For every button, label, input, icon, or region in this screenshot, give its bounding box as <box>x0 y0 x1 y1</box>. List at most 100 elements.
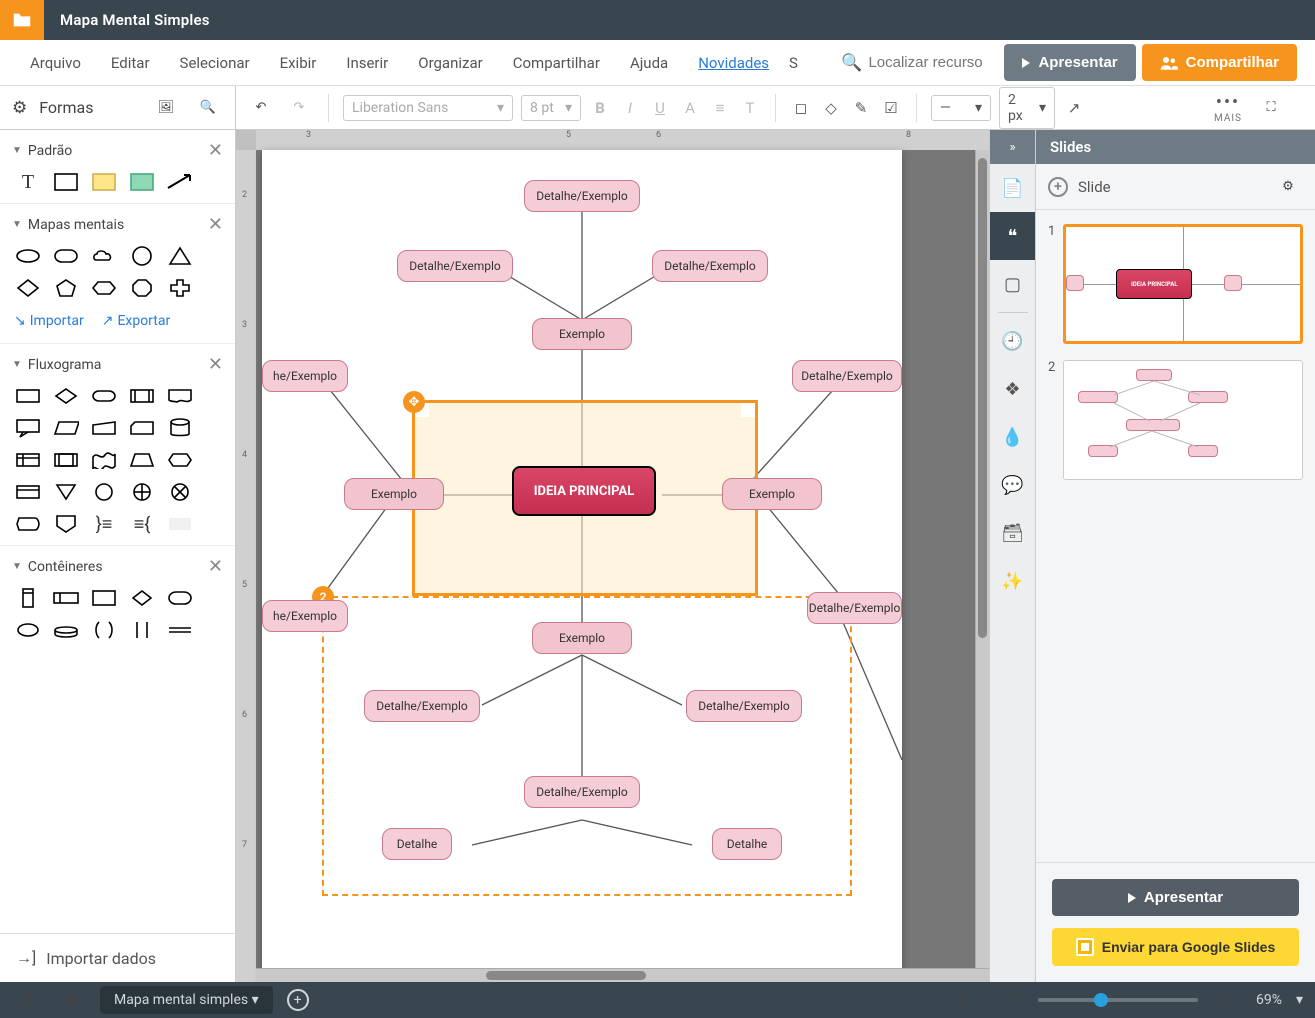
send-google-slides-button[interactable]: Enviar para Google Slides <box>1052 928 1299 966</box>
shape-cont-8[interactable] <box>90 619 118 641</box>
app-logo[interactable] <box>0 0 44 40</box>
shape-rect-empty[interactable] <box>166 513 194 535</box>
shape-subroutine[interactable] <box>52 449 80 471</box>
shape-circ2[interactable] <box>90 481 118 503</box>
shape-pentagon[interactable] <box>52 277 80 299</box>
scrollbar-vertical[interactable] <box>975 150 989 968</box>
section-padrao-header[interactable]: ▼Padrão✕ <box>0 130 235 167</box>
shape-cloud[interactable] <box>90 245 118 267</box>
rail-collapse-button[interactable]: » <box>990 130 1035 164</box>
zoom-value[interactable]: 69% <box>1256 992 1282 1008</box>
list-view-icon[interactable]: ☰ <box>12 985 42 1015</box>
shape-triangle[interactable] <box>166 245 194 267</box>
shape-arrow[interactable] <box>166 171 194 193</box>
stroke-width-select[interactable]: 2 px▾ <box>999 87 1055 129</box>
menu-exibir[interactable]: Exibir <box>268 48 329 78</box>
section-fluxo-header[interactable]: ▼Fluxograma✕ <box>0 344 235 381</box>
fill-button[interactable]: ◇ <box>820 97 842 119</box>
node-detalhe-r[interactable]: Detalhe <box>712 828 782 860</box>
shape-cont-2[interactable] <box>52 587 80 609</box>
shape-cont-5[interactable] <box>166 587 194 609</box>
shape-data[interactable] <box>52 417 80 439</box>
rail-comments-icon[interactable]: 💬 <box>990 461 1036 509</box>
rail-magic-icon[interactable]: ✨ <box>990 557 1036 605</box>
menu-editar[interactable]: Editar <box>99 48 162 78</box>
shape-cont-9[interactable] <box>128 619 156 641</box>
rail-page-icon[interactable]: 📄 <box>990 164 1036 212</box>
fullscreen-button[interactable]: ⛶ <box>1256 93 1286 123</box>
shape-circle[interactable] <box>128 245 156 267</box>
node-detex-b[interactable]: Detalhe/Exemplo <box>524 776 640 808</box>
present-button[interactable]: Apresentar <box>1004 44 1135 81</box>
menu-ajuda[interactable]: Ajuda <box>618 48 680 78</box>
shape-cont-10[interactable] <box>166 619 194 641</box>
gear-icon[interactable]: ⚙ <box>12 98 27 118</box>
node-detalhe-l[interactable]: Detalhe <box>382 828 452 860</box>
shape-or[interactable] <box>166 481 194 503</box>
binoculars-icon[interactable]: 🔍 <box>841 53 862 73</box>
slide-2[interactable]: 2 <box>1048 360 1303 480</box>
shape-manual[interactable] <box>90 417 118 439</box>
target-icon[interactable]: ◎ <box>950 985 980 1015</box>
image-icon[interactable]: 🖼 <box>151 93 181 123</box>
shape-cont-1[interactable] <box>14 587 42 609</box>
search-shapes-icon[interactable]: 🔍 <box>193 93 223 123</box>
menu-selecionar[interactable]: Selecionar <box>168 48 262 78</box>
slide-1[interactable]: 1 IDEIA PRINCIPAL <box>1048 224 1303 344</box>
zoom-in-button[interactable]: + <box>1212 985 1242 1015</box>
shape-note[interactable] <box>90 171 118 193</box>
node-detex-bl[interactable]: Detalhe/Exemplo <box>364 690 480 722</box>
zoom-out-button[interactable]: − <box>994 985 1024 1015</box>
shape-document[interactable] <box>166 385 194 407</box>
shape-ellipse[interactable] <box>14 245 42 267</box>
zoom-slider[interactable] <box>1038 998 1198 1002</box>
rail-layers-icon[interactable]: ❖ <box>990 365 1036 413</box>
slide-thumb-1[interactable]: IDEIA PRINCIPAL <box>1063 224 1303 344</box>
shape-cont-6[interactable] <box>14 619 42 641</box>
bold-button[interactable]: B <box>589 97 611 119</box>
menu-novidades[interactable]: Novidades <box>686 48 781 78</box>
node-detex-r2[interactable]: Detalhe/Exemplo <box>807 592 902 624</box>
shape-brace-l[interactable]: ≡{ <box>128 513 156 535</box>
shape-cont-3[interactable] <box>90 587 118 609</box>
close-icon[interactable]: ✕ <box>208 214 223 235</box>
node-detex-top[interactable]: Detalhe/Exemplo <box>524 180 640 212</box>
slide-thumb-2[interactable] <box>1063 360 1303 480</box>
shape-card[interactable] <box>128 417 156 439</box>
shape-cross[interactable] <box>166 277 194 299</box>
more-button[interactable]: ••• MAIS <box>1214 92 1242 124</box>
node-detex-r1[interactable]: Detalhe/Exemplo <box>792 360 902 392</box>
crop-button[interactable]: ◻ <box>790 97 812 119</box>
import-data-button[interactable]: →] Importar dados <box>0 933 235 982</box>
zoom-chevron[interactable]: ▾ <box>1296 992 1303 1008</box>
shape-display[interactable] <box>14 513 42 535</box>
rail-data-icon[interactable]: 🗃 <box>990 509 1036 557</box>
rail-history-icon[interactable]: 🕘 <box>990 317 1036 365</box>
close-icon[interactable]: ✕ <box>208 354 223 375</box>
shape-text[interactable]: T <box>14 171 42 193</box>
pencil-button[interactable]: ✎ <box>850 97 872 119</box>
align-button[interactable]: ≡ <box>709 97 731 119</box>
redo-button[interactable]: ↷ <box>284 93 314 123</box>
shape-tri-down[interactable] <box>52 481 80 503</box>
font-size-select[interactable]: 8 pt▾ <box>521 95 581 121</box>
shape-decision[interactable] <box>52 385 80 407</box>
shape-block[interactable] <box>128 171 156 193</box>
node-he-exemplo-l2[interactable]: he/Exemplo <box>262 600 348 632</box>
shape-rect[interactable] <box>52 171 80 193</box>
rail-present-icon[interactable]: ▢ <box>990 260 1036 308</box>
search-input[interactable] <box>868 54 998 71</box>
shape-cont-7[interactable] <box>52 619 80 641</box>
menu-organizar[interactable]: Organizar <box>406 48 494 78</box>
slides-settings-icon[interactable]: ⚙ <box>1273 172 1303 202</box>
add-slide-label[interactable]: Slide <box>1078 178 1263 196</box>
shape-roundrect[interactable] <box>52 245 80 267</box>
undo-button[interactable]: ↶ <box>246 93 276 123</box>
node-main-idea[interactable]: IDEIA PRINCIPAL <box>512 466 656 516</box>
node-exemplo-bottom[interactable]: Exemplo <box>532 622 632 654</box>
node-detex-tr[interactable]: Detalhe/Exemplo <box>652 250 768 282</box>
share-button[interactable]: Compartilhar <box>1142 44 1297 81</box>
shape-offpage[interactable] <box>52 513 80 535</box>
export-button[interactable]: ↗ Exportar <box>102 313 171 329</box>
shape-database[interactable] <box>166 417 194 439</box>
